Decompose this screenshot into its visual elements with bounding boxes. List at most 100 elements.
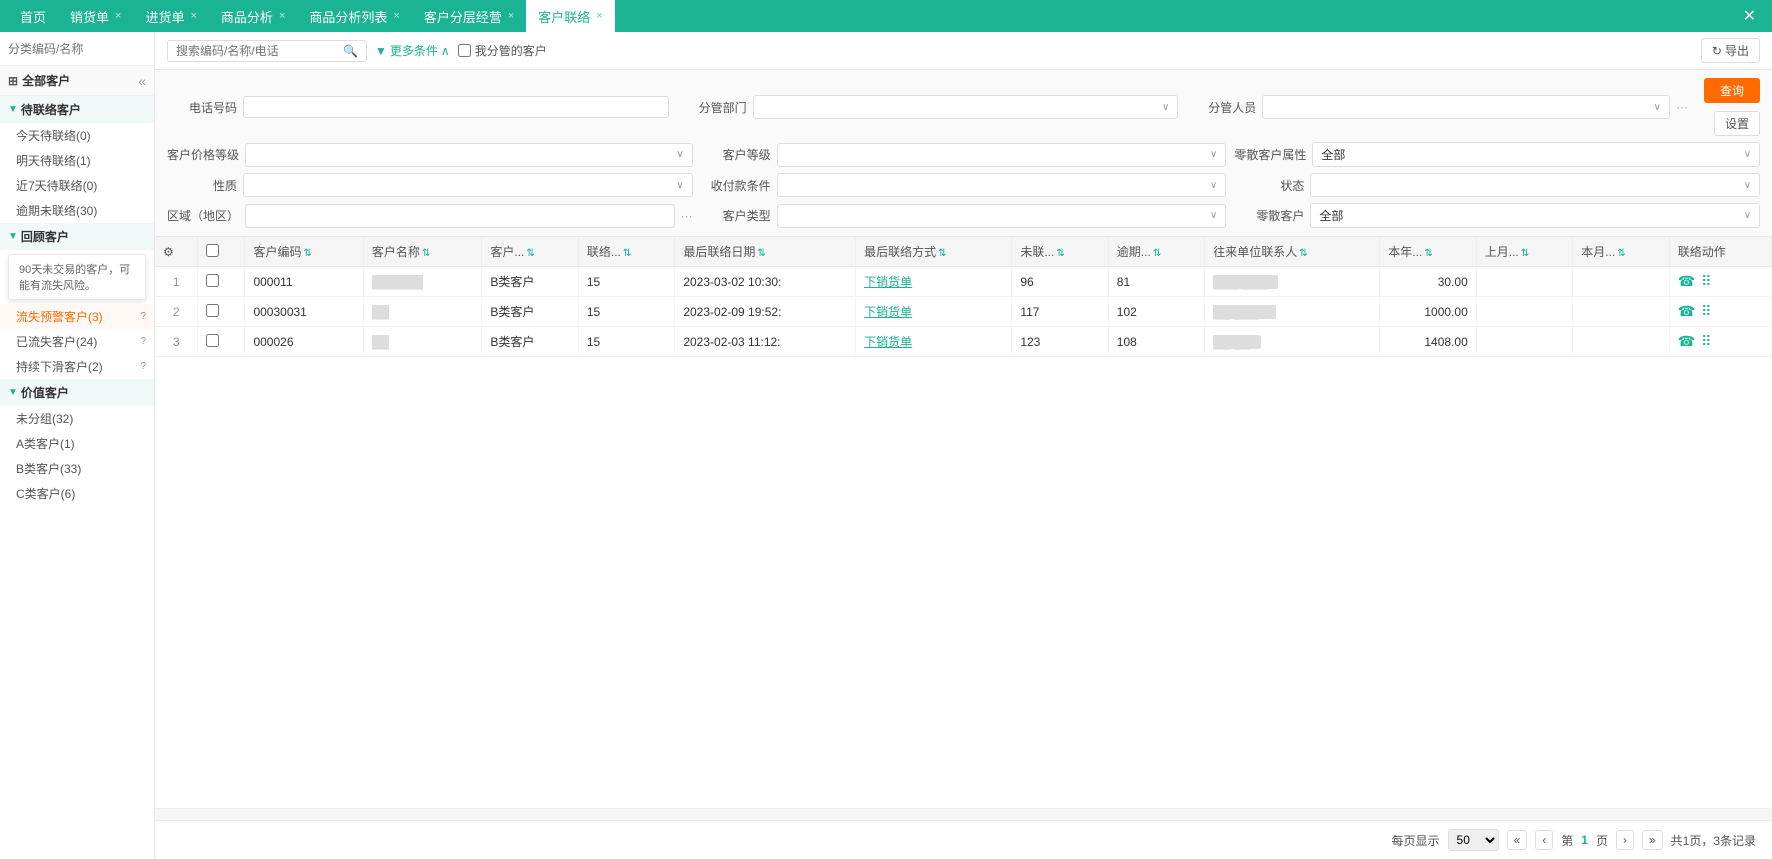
filter-actions: 查询 设置 bbox=[1696, 78, 1760, 136]
nav-item-客户分层经营[interactable]: 客户分层经营× bbox=[412, 0, 526, 32]
my-customer-checkbox[interactable]: 我分管的客户 bbox=[458, 42, 547, 59]
close-icon[interactable]: × bbox=[393, 10, 399, 22]
row-contact-count: 15 bbox=[578, 297, 674, 327]
sidebar-item-0-1[interactable]: 明天待联络(1) bbox=[0, 148, 154, 173]
filter-phone: 电话号码 bbox=[167, 96, 669, 118]
first-page-btn[interactable]: « bbox=[1507, 830, 1528, 850]
sidebar-item-1-0[interactable]: 流失预警客户(3)? bbox=[0, 304, 154, 329]
more-action-icon[interactable]: ⠿ bbox=[1701, 273, 1711, 290]
nav-item-商品分析[interactable]: 商品分析× bbox=[209, 0, 297, 32]
sidebar-search-input[interactable] bbox=[8, 42, 155, 56]
row-last-method[interactable]: 下销货单 bbox=[856, 297, 1012, 327]
table-header-this-year[interactable]: 本年...⇅ bbox=[1380, 237, 1476, 267]
close-icon[interactable]: × bbox=[279, 10, 285, 22]
row-checkbox[interactable] bbox=[198, 327, 245, 357]
contact-icon[interactable]: ☎ bbox=[1678, 273, 1695, 290]
more-filter-btn[interactable]: ▼ 更多条件 ∧ bbox=[375, 42, 450, 59]
row-select-checkbox[interactable] bbox=[206, 274, 219, 287]
filter-retail-select[interactable]: 全部∨ bbox=[1310, 203, 1760, 228]
sidebar-item-1-2[interactable]: 持续下滑客户(2)? bbox=[0, 354, 154, 379]
query-button[interactable]: 查询 bbox=[1704, 78, 1760, 103]
row-checkbox[interactable] bbox=[198, 297, 245, 327]
more-action-icon[interactable]: ⠿ bbox=[1701, 333, 1711, 350]
sidebar-item-2-2[interactable]: B类客户(33) bbox=[0, 456, 154, 481]
table-checkbox-col[interactable] bbox=[198, 237, 245, 267]
arrow-icon: ▼ bbox=[8, 231, 18, 242]
table-settings-col[interactable]: ⚙ bbox=[155, 237, 198, 267]
nav-item-进货单[interactable]: 进货单× bbox=[133, 0, 208, 32]
nav-item-首页[interactable]: 首页 bbox=[8, 0, 58, 32]
contact-icon[interactable]: ☎ bbox=[1678, 333, 1695, 350]
sidebar-section-2[interactable]: ▼价值客户 bbox=[0, 379, 154, 406]
contact-icon[interactable]: ☎ bbox=[1678, 303, 1695, 320]
nav-item-客户联络[interactable]: 客户联络× bbox=[526, 0, 614, 32]
filter-expand-icon: ∧ bbox=[441, 44, 450, 58]
export-button[interactable]: ↻ 导出 bbox=[1701, 38, 1760, 63]
sidebar-item-0-0[interactable]: 今天待联络(0) bbox=[0, 123, 154, 148]
filter-status-select[interactable]: ∨ bbox=[1310, 173, 1760, 197]
filter-customer-attr-select[interactable]: 全部∨ bbox=[1312, 142, 1760, 167]
table-header-code[interactable]: 客户编码⇅ bbox=[245, 237, 363, 267]
row-last-method[interactable]: 下销货单 bbox=[856, 327, 1012, 357]
table-header-this-month[interactable]: 本月...⇅ bbox=[1573, 237, 1669, 267]
table-header-last-method[interactable]: 最后联络方式⇅ bbox=[856, 237, 1012, 267]
table-header-contact-count[interactable]: 联络...⇅ bbox=[578, 237, 674, 267]
filter-person-more[interactable]: ··· bbox=[1676, 100, 1688, 114]
filter-price-grade-select[interactable]: ∨ bbox=[245, 143, 693, 167]
main-search-icon[interactable]: 🔍 bbox=[343, 44, 358, 58]
row-checkbox[interactable] bbox=[198, 267, 245, 297]
filter-payment-select[interactable]: ∨ bbox=[777, 173, 1227, 197]
table-header-contact-person[interactable]: 往来单位联系人⇅ bbox=[1205, 237, 1380, 267]
close-icon[interactable]: × bbox=[508, 10, 514, 22]
main-search-input[interactable] bbox=[176, 44, 339, 58]
page-size-select[interactable]: 50 20 100 bbox=[1448, 829, 1499, 851]
prev-page-btn[interactable]: ‹ bbox=[1535, 830, 1553, 850]
filter-phone-input[interactable] bbox=[243, 96, 669, 118]
row-select-checkbox[interactable] bbox=[206, 304, 219, 317]
filter-customer-type: 客户类型 ∨ bbox=[701, 204, 1227, 228]
sidebar-item-0-3[interactable]: 逾期未联络(30) bbox=[0, 198, 154, 223]
sidebar-item-2-1[interactable]: A类客户(1) bbox=[0, 431, 154, 456]
row-contact-person: ██ ███3... bbox=[1205, 297, 1380, 327]
main-search-box[interactable]: 🔍 bbox=[167, 40, 367, 62]
sidebar-collapse-btn[interactable]: « bbox=[138, 73, 146, 89]
filter-customer-grade-select[interactable]: ∨ bbox=[777, 143, 1227, 167]
nav-item-销货单[interactable]: 销货单× bbox=[58, 0, 133, 32]
row-code: 000011 bbox=[245, 267, 363, 297]
row-this-month bbox=[1573, 297, 1669, 327]
filter-region-select[interactable] bbox=[245, 204, 675, 228]
sidebar-item-0-2[interactable]: 近7天待联络(0) bbox=[0, 173, 154, 198]
table-header-type[interactable]: 客户...⇅ bbox=[482, 237, 578, 267]
sidebar-item-2-0[interactable]: 未分组(32) bbox=[0, 406, 154, 431]
filter-dept-select[interactable]: ∨ bbox=[753, 95, 1179, 119]
settings-button[interactable]: 设置 bbox=[1714, 111, 1760, 136]
table-header-uncontacted[interactable]: 未联...⇅ bbox=[1012, 237, 1108, 267]
sidebar-section-0[interactable]: ▼待联络客户 bbox=[0, 96, 154, 123]
row-last-method[interactable]: 下销货单 bbox=[856, 267, 1012, 297]
last-page-btn[interactable]: » bbox=[1642, 830, 1663, 850]
filter-person-select[interactable]: ∨ bbox=[1262, 95, 1670, 119]
sidebar-item-2-3[interactable]: C类客户(6) bbox=[0, 481, 154, 506]
row-select-checkbox[interactable] bbox=[206, 334, 219, 347]
close-icon[interactable]: × bbox=[190, 10, 196, 22]
close-icon[interactable]: × bbox=[596, 10, 602, 22]
horizontal-scrollbar[interactable] bbox=[155, 808, 1772, 820]
next-page-btn[interactable]: › bbox=[1616, 830, 1634, 850]
sidebar-root-label[interactable]: ⊞ 全部客户 bbox=[8, 72, 70, 89]
filter-region-more[interactable]: ··· bbox=[681, 209, 693, 223]
sidebar-search-bar[interactable]: 🔍 bbox=[0, 32, 154, 66]
close-icon[interactable]: × bbox=[115, 10, 121, 22]
filter-customer-type-select[interactable]: ∨ bbox=[777, 204, 1227, 228]
filter-nature-select[interactable]: ∨ bbox=[243, 173, 693, 197]
nav-item-商品分析列表[interactable]: 商品分析列表× bbox=[297, 0, 411, 32]
table-header-last-date[interactable]: 最后联络日期⇅ bbox=[675, 237, 856, 267]
sidebar-section-1[interactable]: ▼回顾客户 bbox=[0, 223, 154, 250]
window-close-btn[interactable]: ✕ bbox=[1735, 6, 1764, 26]
table-header-name[interactable]: 客户名称⇅ bbox=[363, 237, 481, 267]
select-all-checkbox[interactable] bbox=[206, 244, 219, 257]
sidebar-item-1-1[interactable]: 已流失客户(24)? bbox=[0, 329, 154, 354]
more-action-icon[interactable]: ⠿ bbox=[1701, 303, 1711, 320]
table-header-last-month[interactable]: 上月...⇅ bbox=[1476, 237, 1572, 267]
table-header-overdue[interactable]: 逾期...⇅ bbox=[1108, 237, 1204, 267]
my-customer-input[interactable] bbox=[458, 44, 471, 57]
